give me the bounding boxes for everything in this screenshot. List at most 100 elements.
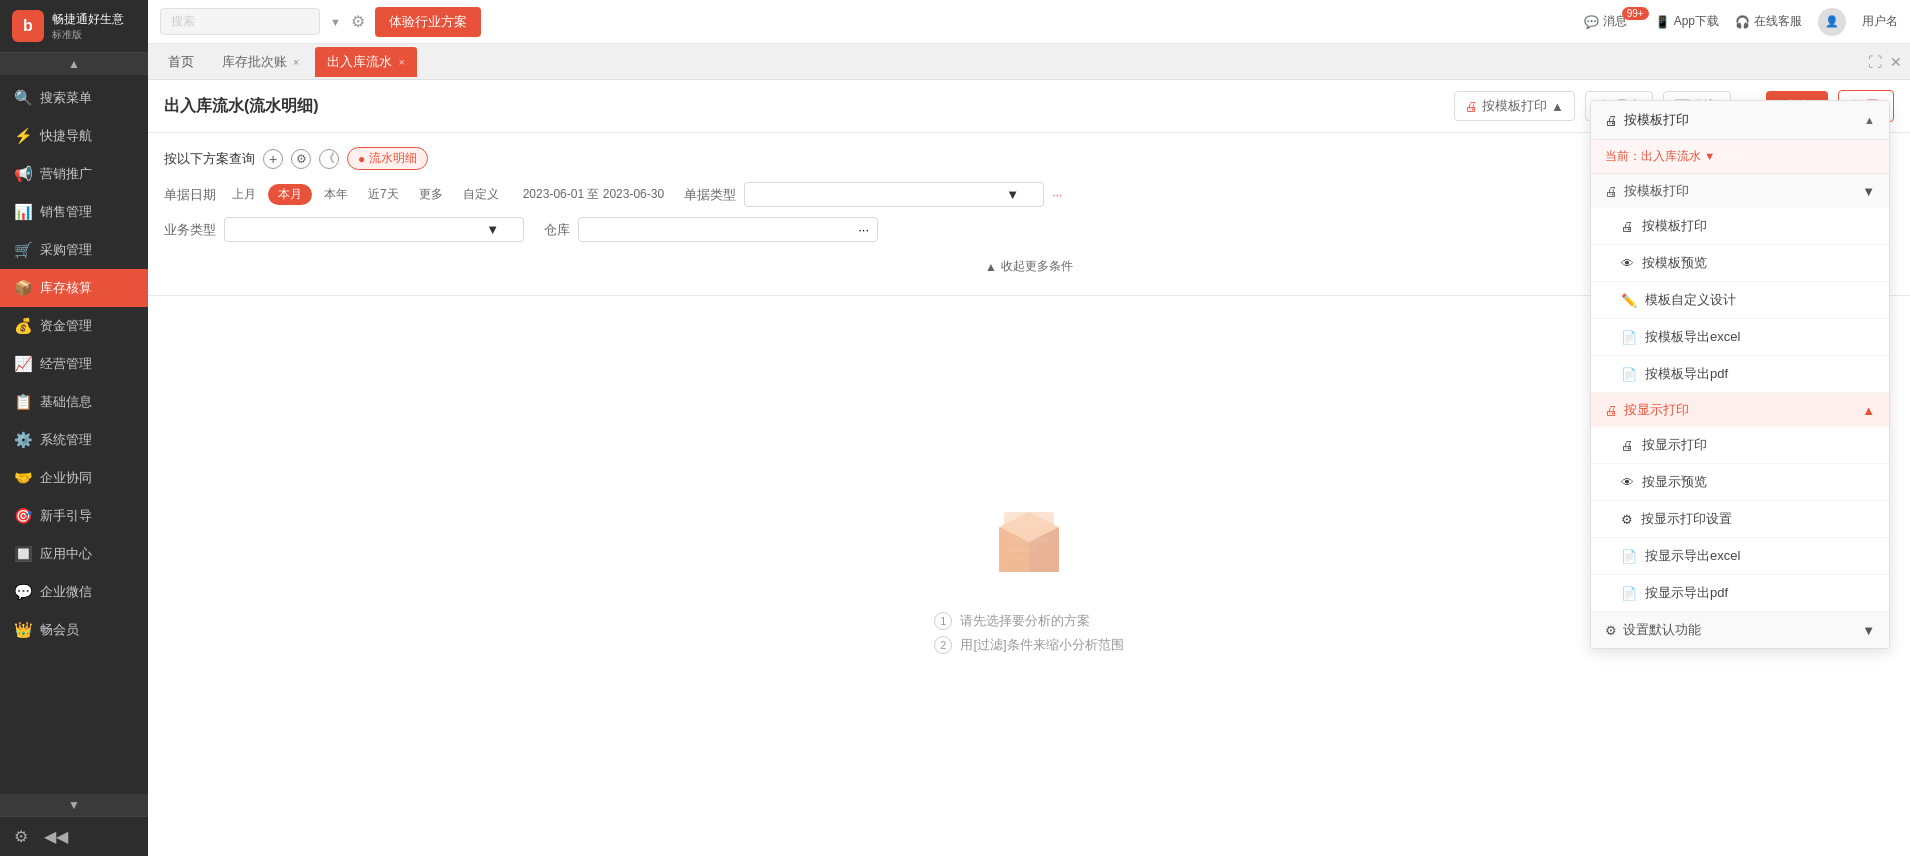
sidebar-item-basic-info[interactable]: 📋 基础信息 xyxy=(0,383,148,421)
dropdown-item-display-pdf[interactable]: 📄 按显示导出pdf xyxy=(1591,575,1889,612)
business-type-field: 业务类型 ▼ xyxy=(164,217,524,242)
dropdown-print-icon: 🖨 xyxy=(1605,113,1618,128)
sidebar-item-label: 资金管理 xyxy=(40,317,92,335)
dropdown-item-template-preview[interactable]: 👁 按模板预览 xyxy=(1591,245,1889,282)
tab-flow[interactable]: 出入库流水 × xyxy=(315,47,416,77)
collapse-sidebar-icon[interactable]: ◀◀ xyxy=(44,827,68,846)
dropdown-header-chevron-icon: ▲ xyxy=(1864,114,1875,126)
sidebar-item-sales[interactable]: 📊 销售管理 xyxy=(0,193,148,231)
sidebar-item-enterprise[interactable]: 🤝 企业协同 xyxy=(0,459,148,497)
inventory-icon: 📦 xyxy=(14,279,32,297)
sidebar-item-app-center[interactable]: 🔲 应用中心 xyxy=(0,535,148,573)
date-range-display: 2023-06-01 至 2023-06-30 xyxy=(523,186,664,203)
header-gear-icon[interactable]: ⚙ xyxy=(351,12,365,31)
dropdown-display-section-header[interactable]: 🖨 按显示打印 ▲ xyxy=(1591,393,1889,427)
header-search-box[interactable]: 搜索 xyxy=(160,8,320,35)
tabs-bar: 首页 库存批次账 × 出入库流水 × ⛶ ✕ xyxy=(148,44,1910,80)
display-print-label: 按显示打印 xyxy=(1642,436,1707,454)
sidebar-item-search[interactable]: 🔍 搜索菜单 xyxy=(0,79,148,117)
app-logo-icon: b xyxy=(12,10,44,42)
display-pdf-icon: 📄 xyxy=(1621,586,1637,601)
sidebar-scroll-up[interactable]: ▲ xyxy=(0,53,148,75)
doc-type-more[interactable]: ··· xyxy=(1052,188,1062,202)
notifications-btn[interactable]: 💬 消息 99+ xyxy=(1584,13,1639,30)
sidebar-item-purchase[interactable]: 🛒 采购管理 xyxy=(0,231,148,269)
dropdown-template-section-header[interactable]: 🖨 按模板打印 ▼ xyxy=(1591,174,1889,208)
sidebar-item-label: 企业微信 xyxy=(40,583,92,601)
dropdown-title: 按模板打印 xyxy=(1624,111,1689,129)
doc-type-select[interactable]: ▼ xyxy=(744,182,1044,207)
tab-batch-close-icon[interactable]: × xyxy=(293,56,299,68)
date-tab-this-year[interactable]: 本年 xyxy=(316,184,356,205)
warehouse-input[interactable]: ··· xyxy=(578,217,878,242)
date-tab-last-month[interactable]: 上月 xyxy=(224,184,264,205)
sidebar-item-wechat[interactable]: 💬 企业微信 xyxy=(0,573,148,611)
sidebar-item-label: 新手引导 xyxy=(40,507,92,525)
dropdown-item-template-excel[interactable]: 📄 按模板导出excel xyxy=(1591,319,1889,356)
app-download-label: App下载 xyxy=(1674,13,1719,30)
display-settings-label: 按显示打印设置 xyxy=(1641,510,1732,528)
sidebar-item-operations[interactable]: 📈 经营管理 xyxy=(0,345,148,383)
filter-add-btn[interactable]: + xyxy=(263,149,283,169)
step-1-text: 请先选择要分析的方案 xyxy=(960,612,1090,630)
username-label: 用户名 xyxy=(1862,13,1898,30)
tab-flow-close-icon[interactable]: × xyxy=(398,56,404,68)
finance-icon: 💰 xyxy=(14,317,32,335)
doc-type-field: 单据类型 ▼ ··· xyxy=(684,182,1062,207)
date-tab-custom[interactable]: 自定义 xyxy=(455,184,507,205)
app-download-btn[interactable]: 📱 App下载 xyxy=(1655,13,1719,30)
sidebar-item-member[interactable]: 👑 畅会员 xyxy=(0,611,148,649)
print-template-btn[interactable]: 🖨 按模板打印 ▲ xyxy=(1454,91,1575,121)
sidebar-item-finance[interactable]: 💰 资金管理 xyxy=(0,307,148,345)
service-label: 在线客服 xyxy=(1754,13,1802,30)
template-excel-icon: 📄 xyxy=(1621,330,1637,345)
tab-home-label: 首页 xyxy=(168,53,194,71)
print-label: 按模板打印 xyxy=(1482,97,1547,115)
filter-setting-btn[interactable]: ⚙ xyxy=(291,149,311,169)
sales-icon: 📊 xyxy=(14,203,32,221)
dropdown-footer[interactable]: ⚙ 设置默认功能 ▼ xyxy=(1591,612,1889,648)
sidebar: b 畅捷通好生意 标准版 ▲ 🔍 搜索菜单 ⚡ 快捷导航 📢 营销推广 📊 销售… xyxy=(0,0,148,856)
business-type-select[interactable]: ▼ xyxy=(224,217,524,242)
sidebar-item-marketing[interactable]: 📢 营销推广 xyxy=(0,155,148,193)
tab-close-all-icon[interactable]: ✕ xyxy=(1890,54,1902,70)
sidebar-item-inventory[interactable]: 📦 库存核算 xyxy=(0,269,148,307)
empty-step-2: 2 用[过滤]条件来缩小分析范围 xyxy=(934,636,1123,654)
dropdown-item-display-print[interactable]: 🖨 按显示打印 xyxy=(1591,427,1889,464)
online-service-btn[interactable]: 🎧 在线客服 xyxy=(1735,13,1802,30)
dropdown-item-display-preview[interactable]: 👁 按显示预览 xyxy=(1591,464,1889,501)
sidebar-item-system[interactable]: ⚙️ 系统管理 xyxy=(0,421,148,459)
display-preview-label: 按显示预览 xyxy=(1642,473,1707,491)
trial-btn[interactable]: 体验行业方案 xyxy=(375,7,481,37)
doc-type-label: 单据类型 xyxy=(684,186,736,204)
tab-maximize-icon[interactable]: ⛶ xyxy=(1868,54,1882,70)
dropdown-item-template-pdf[interactable]: 📄 按模板导出pdf xyxy=(1591,356,1889,393)
page-title: 出入库流水(流水明细) xyxy=(164,96,319,117)
date-tab-this-month[interactable]: 本月 xyxy=(268,184,312,205)
app-center-icon: 🔲 xyxy=(14,545,32,563)
empty-state: 1 请先选择要分析的方案 2 用[过滤]条件来缩小分析范围 xyxy=(934,492,1123,660)
filter-collapse-btn[interactable]: 《 xyxy=(319,149,339,169)
settings-bottom-icon[interactable]: ⚙ xyxy=(14,827,28,846)
print-icon: 🖨 xyxy=(1465,99,1478,114)
date-tab-last-7[interactable]: 近7天 xyxy=(360,184,407,205)
date-tab-more[interactable]: 更多 xyxy=(411,184,451,205)
header-dropdown-icon[interactable]: ▼ xyxy=(330,16,341,28)
display-pdf-label: 按显示导出pdf xyxy=(1645,584,1728,602)
dropdown-item-template-print[interactable]: 🖨 按模板打印 xyxy=(1591,208,1889,245)
sidebar-item-quick-nav[interactable]: ⚡ 快捷导航 xyxy=(0,117,148,155)
dropdown-item-display-excel[interactable]: 📄 按显示导出excel xyxy=(1591,538,1889,575)
filter-tag-icon: ● xyxy=(358,152,365,166)
template-pdf-icon: 📄 xyxy=(1621,367,1637,382)
dropdown-item-display-settings[interactable]: ⚙ 按显示打印设置 xyxy=(1591,501,1889,538)
tab-batch-account[interactable]: 库存批次账 × xyxy=(210,47,311,77)
sidebar-item-label: 应用中心 xyxy=(40,545,92,563)
tab-home[interactable]: 首页 xyxy=(156,47,206,77)
dropdown-item-template-design[interactable]: ✏️ 模板自定义设计 xyxy=(1591,282,1889,319)
sidebar-item-guide[interactable]: 🎯 新手引导 xyxy=(0,497,148,535)
filter-tag-label: 流水明细 xyxy=(369,150,417,167)
sidebar-item-label: 搜索菜单 xyxy=(40,89,92,107)
doc-type-dropdown-icon: ▼ xyxy=(1006,187,1019,202)
sidebar-scroll-down[interactable]: ▼ xyxy=(0,794,148,816)
avatar[interactable]: 👤 xyxy=(1818,8,1846,36)
